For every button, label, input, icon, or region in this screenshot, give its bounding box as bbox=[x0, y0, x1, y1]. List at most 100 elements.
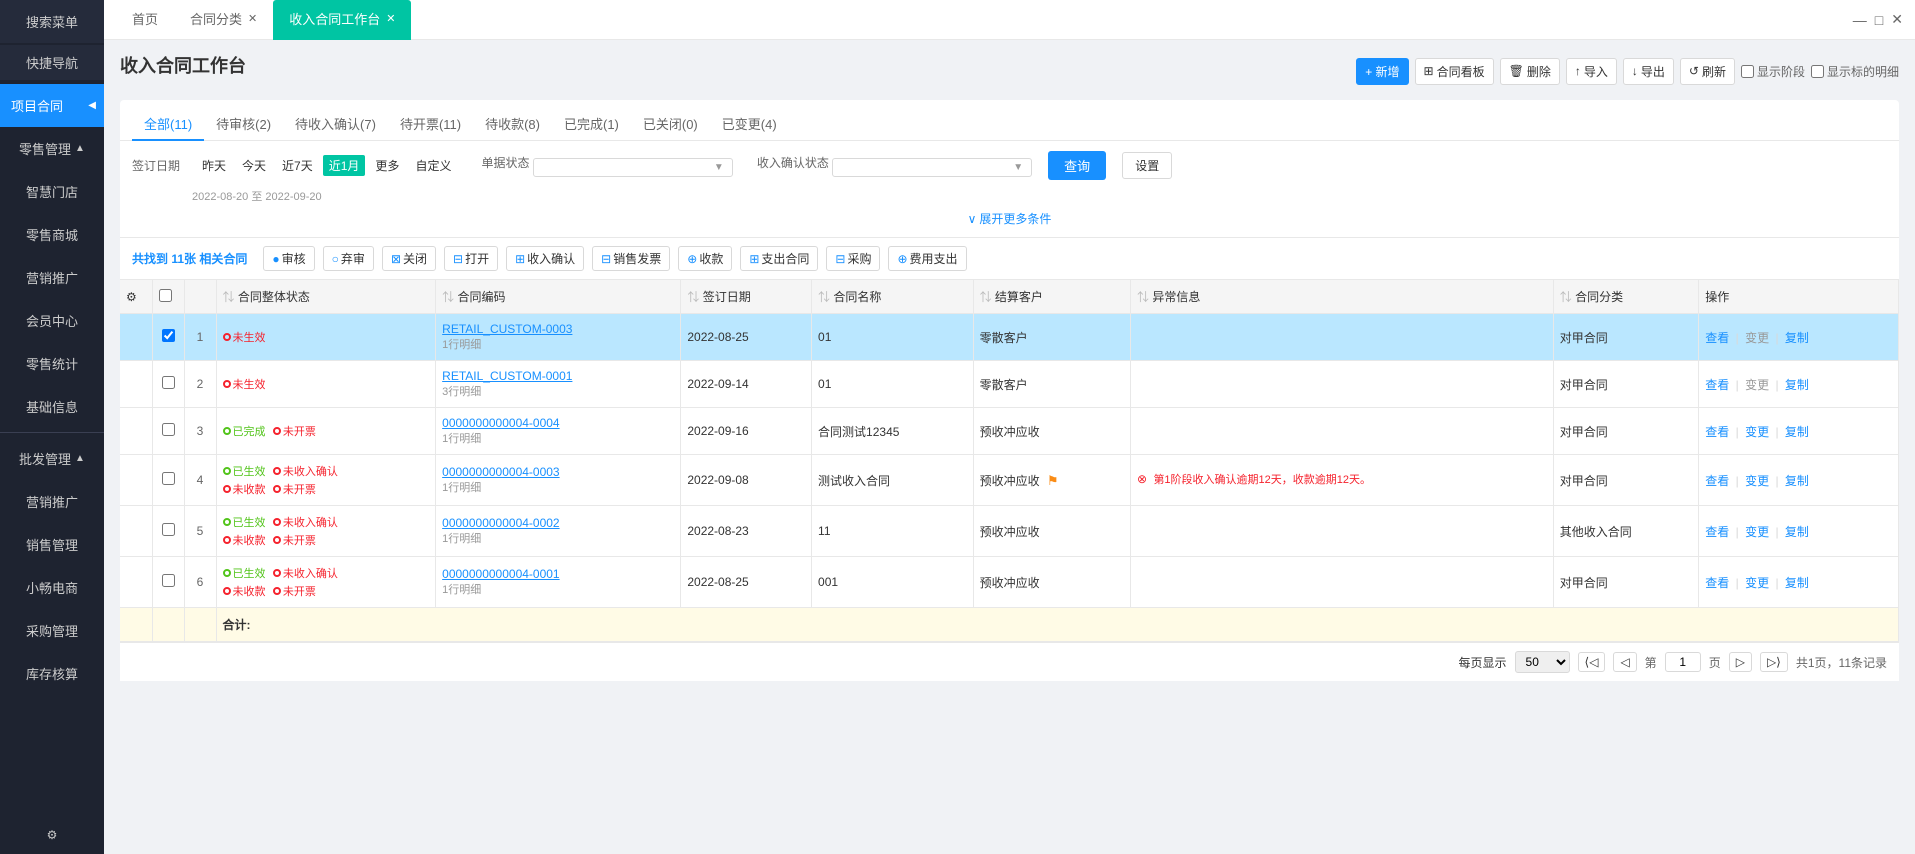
op-view[interactable]: 查看 bbox=[1705, 474, 1729, 488]
show-detail-checkbox[interactable]: 显示标的明细 bbox=[1811, 63, 1899, 80]
op-view[interactable]: 查看 bbox=[1705, 331, 1729, 345]
col-gear[interactable]: ⚙ bbox=[120, 280, 152, 314]
table-scroll[interactable]: ⚙ ⇅ 合同整体状态 ⇅ 合同编码 bbox=[120, 280, 1899, 642]
expense-btn[interactable]: ⊕ 费用支出 bbox=[888, 246, 966, 271]
view-button[interactable]: ⊞ 合同看板 bbox=[1415, 58, 1494, 85]
contract-link[interactable]: RETAIL_CUSTOM-0003 bbox=[442, 322, 572, 336]
filter-tab-pending-income[interactable]: 待收入确认(7) bbox=[283, 108, 388, 141]
minimize-icon[interactable]: — bbox=[1853, 12, 1867, 28]
date-btn-custom[interactable]: 自定义 bbox=[409, 155, 457, 176]
contract-link[interactable]: 0000000000004-0001 bbox=[442, 567, 559, 581]
contract-link[interactable]: RETAIL_CUSTOM-0001 bbox=[442, 369, 572, 383]
page-input[interactable] bbox=[1665, 652, 1701, 672]
prev-page-btn[interactable]: ◁ bbox=[1613, 652, 1636, 672]
select-all-checkbox[interactable] bbox=[159, 289, 172, 302]
filter-tab-closed[interactable]: 已关闭(0) bbox=[631, 108, 710, 141]
income-confirm-btn[interactable]: ⊞ 收入确认 bbox=[506, 246, 584, 271]
show-field-checkbox[interactable]: 显示阶段 bbox=[1741, 63, 1805, 80]
close-income-contract-tab[interactable]: ✕ bbox=[386, 12, 395, 25]
new-button[interactable]: + 新增 bbox=[1356, 58, 1408, 85]
sidebar-search[interactable]: 搜索菜单 bbox=[0, 0, 104, 43]
page-size-select[interactable]: 50 100 bbox=[1515, 651, 1570, 673]
row-checkbox[interactable] bbox=[152, 408, 184, 455]
sales-invoice-btn[interactable]: ⊟ 销售发票 bbox=[592, 246, 670, 271]
filter-tab-completed[interactable]: 已完成(1) bbox=[552, 108, 631, 141]
print-btn[interactable]: ⊟ 打开 bbox=[444, 246, 498, 271]
op-copy[interactable]: 复制 bbox=[1785, 331, 1809, 345]
filter-tab-pending-review[interactable]: 待审核(2) bbox=[204, 108, 283, 141]
op-copy[interactable]: 复制 bbox=[1785, 525, 1809, 539]
row-checkbox[interactable] bbox=[152, 314, 184, 361]
filter-tab-all[interactable]: 全部(11) bbox=[132, 108, 204, 141]
close-contract-category-tab[interactable]: ✕ bbox=[248, 12, 257, 25]
doc-status-select[interactable]: ▼ bbox=[533, 158, 733, 177]
op-copy[interactable]: 复制 bbox=[1785, 425, 1809, 439]
sidebar-item-basic-info[interactable]: 基础信息 bbox=[0, 385, 104, 428]
close-btn[interactable]: ⊠ 关闭 bbox=[382, 246, 436, 271]
op-change[interactable]: 变更 bbox=[1745, 378, 1769, 392]
collect-btn[interactable]: ⊕ 收款 bbox=[678, 246, 732, 271]
tab-home[interactable]: 首页 bbox=[116, 0, 174, 40]
abandon-btn[interactable]: ○ 弃审 bbox=[323, 246, 374, 271]
sidebar-item-retail-mgmt[interactable]: 零售管理 ▲ bbox=[0, 127, 104, 170]
date-btn-last-month[interactable]: 近1月 bbox=[323, 155, 366, 176]
sidebar-item-marketing2[interactable]: 营销推广 bbox=[0, 480, 104, 523]
sidebar-item-purchase[interactable]: 采购管理 bbox=[0, 609, 104, 652]
filter-tab-pending-invoice[interactable]: 待开票(11) bbox=[388, 108, 473, 141]
close-window-icon[interactable]: ✕ bbox=[1891, 11, 1903, 28]
last-page-btn[interactable]: ▷⟩ bbox=[1760, 652, 1788, 672]
sidebar-item-wholesale[interactable]: 批发管理 ▲ bbox=[0, 437, 104, 480]
op-change[interactable]: 变更 bbox=[1745, 331, 1769, 345]
op-change[interactable]: 变更 bbox=[1745, 474, 1769, 488]
sidebar-item-project[interactable]: 项目合同 ◀ bbox=[0, 84, 104, 127]
date-btn-today[interactable]: 今天 bbox=[236, 155, 272, 176]
import-button[interactable]: ↑ 导入 bbox=[1566, 58, 1617, 85]
op-copy[interactable]: 复制 bbox=[1785, 576, 1809, 590]
pay-contract-btn[interactable]: ⊞ 支出合同 bbox=[740, 246, 818, 271]
op-view[interactable]: 查看 bbox=[1705, 525, 1729, 539]
date-btn-yesterday[interactable]: 昨天 bbox=[196, 155, 232, 176]
refresh-button[interactable]: ↺ 刷新 bbox=[1680, 58, 1735, 85]
filter-tab-pending-payment[interactable]: 待收款(8) bbox=[473, 108, 552, 141]
sidebar-item-retail-stats[interactable]: 零售统计 bbox=[0, 342, 104, 385]
op-change[interactable]: 变更 bbox=[1745, 425, 1769, 439]
op-change[interactable]: 变更 bbox=[1745, 576, 1769, 590]
expand-filter-btn[interactable]: ∨ 展开更多条件 bbox=[968, 210, 1052, 227]
income-confirm-select[interactable]: ▼ bbox=[832, 158, 1032, 177]
op-view[interactable]: 查看 bbox=[1705, 576, 1729, 590]
tab-income-contract[interactable]: 收入合同工作台 ✕ bbox=[273, 0, 411, 40]
sidebar-item-online-retail[interactable]: 零售商城 bbox=[0, 213, 104, 256]
sidebar-nav[interactable]: 快捷导航 bbox=[0, 45, 104, 80]
date-btn-more[interactable]: 更多 bbox=[369, 155, 405, 176]
first-page-btn[interactable]: ⟨◁ bbox=[1578, 652, 1606, 672]
contract-link[interactable]: 0000000000004-0002 bbox=[442, 516, 559, 530]
contract-link[interactable]: 0000000000004-0004 bbox=[442, 416, 559, 430]
next-page-btn[interactable]: ▷ bbox=[1729, 652, 1752, 672]
sidebar-item-xiaochange[interactable]: 小畅电商 bbox=[0, 566, 104, 609]
maximize-icon[interactable]: □ bbox=[1875, 12, 1883, 28]
row-checkbox[interactable] bbox=[152, 506, 184, 557]
sidebar-settings[interactable]: ⚙ bbox=[0, 816, 104, 854]
set-button[interactable]: 设置 bbox=[1122, 152, 1172, 179]
op-change[interactable]: 变更 bbox=[1745, 525, 1769, 539]
sidebar-item-marketing[interactable]: 营销推广 bbox=[0, 256, 104, 299]
sidebar-item-inventory[interactable]: 库存核算 bbox=[0, 652, 104, 695]
query-button[interactable]: 查询 bbox=[1048, 151, 1106, 180]
row-checkbox[interactable] bbox=[152, 557, 184, 608]
col-checkbox[interactable] bbox=[152, 280, 184, 314]
filter-tab-changed[interactable]: 已变更(4) bbox=[710, 108, 789, 141]
row-checkbox[interactable] bbox=[152, 361, 184, 408]
row-checkbox[interactable] bbox=[152, 455, 184, 506]
export-button[interactable]: ↓ 导出 bbox=[1623, 58, 1674, 85]
sidebar-item-smart-store[interactable]: 智慧门店 bbox=[0, 170, 104, 213]
op-view[interactable]: 查看 bbox=[1705, 425, 1729, 439]
purchase-btn[interactable]: ⊟ 采购 bbox=[826, 246, 880, 271]
tab-contract-category[interactable]: 合同分类 ✕ bbox=[174, 0, 273, 40]
contract-link[interactable]: 0000000000004-0003 bbox=[442, 465, 559, 479]
sidebar-item-member[interactable]: 会员中心 bbox=[0, 299, 104, 342]
date-btn-last7[interactable]: 近7天 bbox=[276, 155, 319, 176]
review-btn[interactable]: ● 审核 bbox=[263, 246, 314, 271]
op-view[interactable]: 查看 bbox=[1705, 378, 1729, 392]
delete-button[interactable]: 🗑 删除 bbox=[1500, 58, 1560, 85]
op-copy[interactable]: 复制 bbox=[1785, 378, 1809, 392]
